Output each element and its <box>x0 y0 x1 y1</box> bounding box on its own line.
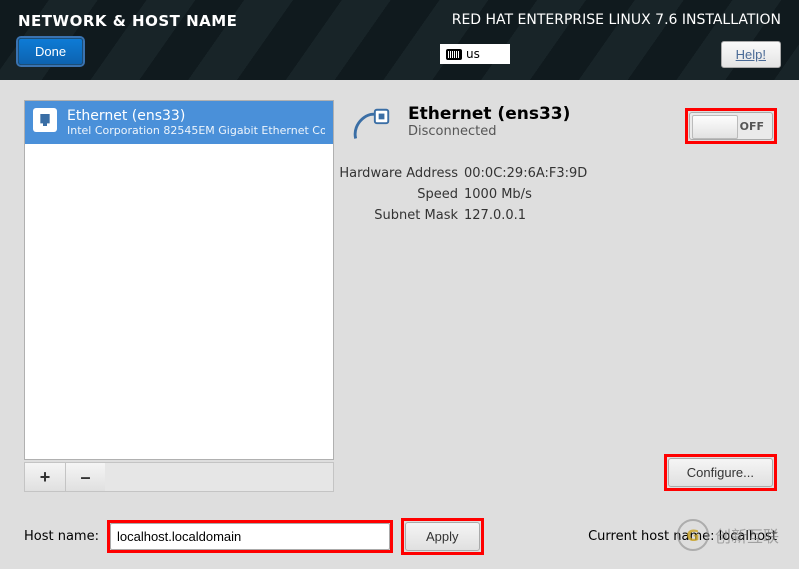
interface-add-remove-bar: + – <box>24 462 334 492</box>
done-button[interactable]: Done <box>18 38 83 65</box>
add-interface-button[interactable]: + <box>25 463 65 491</box>
highlight-apply: Apply <box>401 518 484 555</box>
apply-button[interactable]: Apply <box>405 522 480 551</box>
interface-subtitle: Intel Corporation 82545EM Gigabit Ethern… <box>67 124 325 137</box>
hostname-label: Host name: <box>24 529 99 544</box>
hw-address-value: 00:0C:29:6A:F3:9D <box>464 166 777 181</box>
interface-list-item[interactable]: Ethernet (ens33) Intel Corporation 82545… <box>25 101 333 144</box>
subnet-mask-value: 127.0.0.1 <box>464 208 777 223</box>
speed-label: Speed <box>338 187 458 202</box>
interface-on-off-toggle[interactable]: OFF <box>689 112 773 140</box>
configure-button[interactable]: Configure... <box>668 458 773 487</box>
ethernet-icon <box>33 108 57 132</box>
help-button[interactable]: Help! <box>721 41 781 68</box>
hostname-row: Host name: Apply Current host name: loca… <box>24 518 777 555</box>
detail-properties: Hardware Address 00:0C:29:6A:F3:9D Speed… <box>338 166 777 223</box>
current-hostname: Current host name: localhost <box>588 529 777 544</box>
top-bar: NETWORK & HOST NAME RED HAT ENTERPRISE L… <box>0 0 799 80</box>
remove-interface-button[interactable]: – <box>65 463 105 491</box>
subnet-mask-label: Subnet Mask <box>338 208 458 223</box>
interface-name: Ethernet (ens33) <box>67 108 325 124</box>
hostname-input[interactable] <box>110 523 390 550</box>
speed-value: 1000 Mb/s <box>464 187 777 202</box>
toggle-label: OFF <box>740 120 764 133</box>
keyboard-layout-label: us <box>466 47 480 61</box>
keyboard-layout-indicator[interactable]: us <box>440 44 510 64</box>
interface-list[interactable]: Ethernet (ens33) Intel Corporation 82545… <box>24 100 334 460</box>
current-hostname-value: localhost <box>719 529 777 544</box>
hw-address-label: Hardware Address <box>338 166 458 181</box>
current-hostname-label: Current host name: <box>588 529 714 544</box>
highlight-configure: Configure... <box>664 454 777 491</box>
highlight-toggle: OFF <box>685 108 777 144</box>
ethernet-big-icon <box>348 104 394 150</box>
highlight-hostname-input <box>107 520 393 553</box>
keyboard-icon <box>446 49 462 60</box>
installer-title: RED HAT ENTERPRISE LINUX 7.6 INSTALLATIO… <box>452 12 781 28</box>
